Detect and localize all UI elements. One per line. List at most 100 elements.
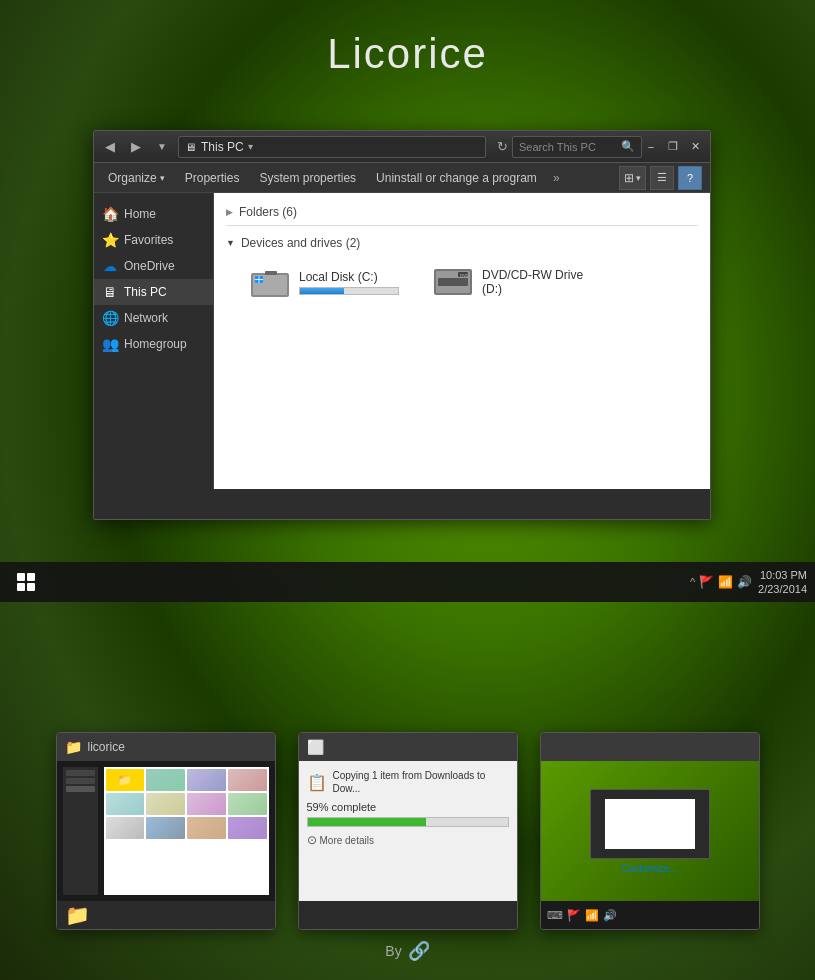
search-placeholder: Search This PC — [519, 141, 617, 153]
drive-dvd-d[interactable]: DVD DVD/CD-RW Drive (D:) — [425, 258, 600, 306]
sidebar-item-home[interactable]: 🏠 Home — [94, 201, 213, 227]
copy-progress-bar — [307, 817, 509, 827]
sidebar: 🏠 Home ⭐ Favorites ☁ OneDrive 🖥 This PC … — [94, 193, 214, 489]
svg-rect-5 — [265, 271, 277, 275]
thumbnail-copy-footer — [299, 901, 517, 929]
view-icon: ⊞ — [624, 171, 634, 185]
copy-percent-text: 59% complete — [307, 801, 509, 813]
folder-icon: 🖥 — [185, 141, 196, 153]
taskbar-date-display: 2/23/2014 — [758, 582, 807, 596]
thumbnail-copy[interactable]: ⬜ 📋 Copying 1 item from Downloads to Dow… — [298, 732, 518, 930]
refresh-button[interactable]: ↻ — [492, 137, 512, 157]
copy-chevron-icon: ⊙ — [307, 833, 317, 847]
thispc-icon: 🖥 — [102, 284, 118, 300]
svg-rect-8 — [438, 278, 468, 286]
network-tray-icon: 📶 — [718, 575, 733, 589]
thumbnail-copy-header: ⬜ — [299, 733, 517, 761]
homegroup-icon: 👥 — [102, 336, 118, 352]
onedrive-icon: ☁ — [102, 258, 118, 274]
taskbar-right: ^ 🚩 📶 🔊 10:03 PM 2/23/2014 — [690, 568, 807, 597]
thumbnail-explorer-body: 📁 — [57, 761, 275, 901]
sidebar-label-network: Network — [124, 311, 168, 325]
devices-section-header[interactable]: ▼ Devices and drives (2) — [226, 232, 698, 254]
search-box[interactable]: Search This PC 🔍 — [512, 136, 642, 158]
drive-bar-container — [299, 287, 399, 295]
forward-button[interactable]: ▶ — [126, 137, 146, 157]
sidebar-item-homegroup[interactable]: 👥 Homegroup — [94, 331, 213, 357]
explorer-window: ◀ ▶ ▼ 🖥 This PC ▾ ↻ Search This PC 🔍 − ❐… — [93, 130, 711, 520]
taskbar: ^ 🚩 📶 🔊 10:03 PM 2/23/2014 — [0, 562, 815, 602]
customize-link[interactable]: Customize... — [622, 863, 678, 874]
organize-button[interactable]: Organize ▾ — [102, 169, 171, 187]
notification-inner-card — [590, 789, 710, 859]
thumbnail-explorer-footer: 📁 — [57, 901, 275, 929]
taskbar-time-display: 10:03 PM — [758, 568, 807, 582]
taskbar-clock[interactable]: 10:03 PM 2/23/2014 — [758, 568, 807, 597]
thumb-footer-folder-icon: 📁 — [65, 903, 90, 927]
thumbnail-notification-header — [541, 733, 759, 761]
copy-dialog-header: 📋 Copying 1 item from Downloads to Dow..… — [307, 769, 509, 795]
address-dropdown-icon[interactable]: ▾ — [248, 141, 253, 152]
sidebar-label-homegroup: Homegroup — [124, 337, 187, 351]
notif-speaker-icon: 🔊 — [603, 909, 617, 922]
local-disk-icon — [251, 265, 291, 299]
devices-arrow-icon: ▼ — [226, 238, 235, 248]
organize-dropdown-icon: ▾ — [160, 173, 165, 183]
start-button[interactable] — [8, 564, 44, 600]
sidebar-label-home: Home — [124, 207, 156, 221]
thumbnail-copy-body: 📋 Copying 1 item from Downloads to Dow..… — [299, 761, 517, 901]
system-properties-button[interactable]: System properties — [253, 169, 362, 187]
thumbnail-notification-body: Customize... — [541, 761, 759, 901]
thumbnail-notification-footer: ⌨ 🚩 📶 🔊 — [541, 901, 759, 929]
flag-icon: 🚩 — [699, 575, 714, 589]
notif-network-icon: 📶 — [585, 909, 599, 922]
view-dropdown-button[interactable]: ⊞ ▾ — [619, 166, 646, 190]
page-title: Licorice — [0, 0, 815, 78]
address-box[interactable]: 🖥 This PC ▾ — [178, 136, 486, 158]
thumb-explorer-title: licorice — [88, 740, 125, 754]
folders-section-header[interactable]: ▶ Folders (6) — [226, 201, 698, 223]
thumb-folder-icon: 📁 — [65, 739, 82, 755]
folders-arrow-icon: ▶ — [226, 207, 233, 217]
thumbnail-explorer[interactable]: 📁 licorice 📁 — [56, 732, 276, 930]
notification-area: ^ 🚩 📶 🔊 — [690, 575, 752, 589]
system-tray-chevron[interactable]: ^ — [690, 576, 695, 588]
attribution-by: By — [385, 943, 401, 959]
dvd-drive-label: DVD/CD-RW Drive (D:) — [482, 268, 591, 296]
copy-more-details[interactable]: ⊙ More details — [307, 833, 509, 847]
minimize-button[interactable]: − — [642, 138, 660, 156]
search-icon: 🔍 — [621, 140, 635, 153]
copy-progress-fill — [308, 818, 426, 826]
restore-button[interactable]: ❐ — [664, 138, 682, 156]
up-button[interactable]: ▼ — [152, 137, 172, 157]
windows-logo-icon — [17, 573, 35, 591]
drive-local-c[interactable]: Local Disk (C:) — [242, 258, 417, 306]
drive-bar-bg — [299, 287, 399, 295]
back-button[interactable]: ◀ — [100, 137, 120, 157]
thumbnails-area: 📁 licorice 📁 — [0, 732, 815, 930]
notif-flag-icon: 🚩 — [567, 909, 581, 922]
sidebar-item-onedrive[interactable]: ☁ OneDrive — [94, 253, 213, 279]
sidebar-item-thispc[interactable]: 🖥 This PC — [94, 279, 213, 305]
thumbnail-explorer-header: 📁 licorice — [57, 733, 275, 761]
drive-bar-fill — [300, 288, 344, 294]
sidebar-label-thispc: This PC — [124, 285, 167, 299]
more-options-icon[interactable]: » — [553, 171, 560, 185]
title-bar: ◀ ▶ ▼ 🖥 This PC ▾ ↻ Search This PC 🔍 − ❐… — [94, 131, 710, 163]
close-button[interactable]: ✕ — [686, 138, 704, 156]
copy-dialog-content: 📋 Copying 1 item from Downloads to Dow..… — [299, 761, 517, 901]
view-dropdown-icon: ▾ — [636, 173, 641, 183]
sidebar-item-network[interactable]: 🌐 Network — [94, 305, 213, 331]
favorites-icon: ⭐ — [102, 232, 118, 248]
thumbnail-notification[interactable]: Customize... ⌨ 🚩 📶 🔊 — [540, 732, 760, 930]
attribution-link-icon[interactable]: 🔗 — [408, 940, 430, 962]
sidebar-label-favorites: Favorites — [124, 233, 173, 247]
layout-button[interactable]: ☰ — [650, 166, 674, 190]
help-button[interactable]: ? — [678, 166, 702, 190]
copy-dialog-icon: ⬜ — [307, 739, 324, 755]
main-pane: ▶ Folders (6) ▼ Devices and drives (2) — [214, 193, 710, 489]
properties-button[interactable]: Properties — [179, 169, 246, 187]
uninstall-button[interactable]: Uninstall or change a program — [370, 169, 543, 187]
sidebar-item-favorites[interactable]: ⭐ Favorites — [94, 227, 213, 253]
home-icon: 🏠 — [102, 206, 118, 222]
